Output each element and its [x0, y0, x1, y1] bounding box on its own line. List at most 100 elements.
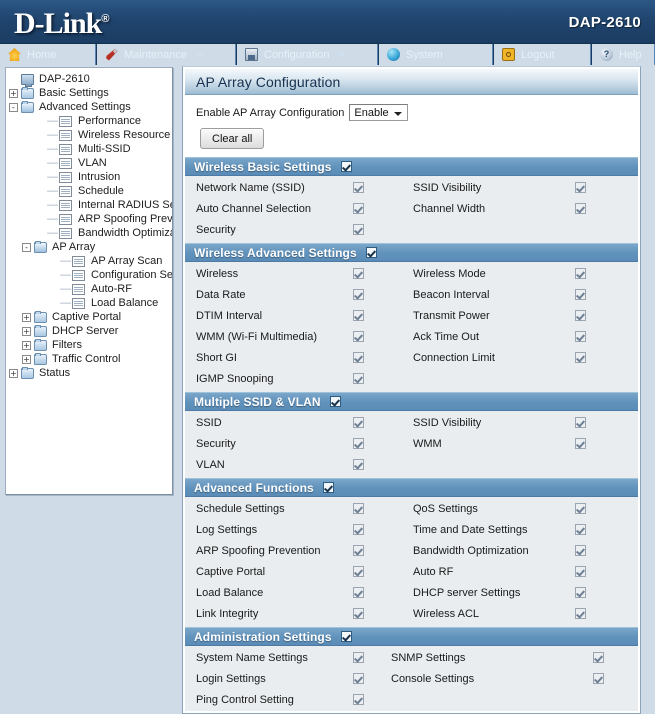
checkbox-vlan[interactable] — [353, 459, 364, 470]
checkbox-ssid-visibility[interactable] — [575, 182, 586, 193]
tree-item-ap-array-scan[interactable]: — AP Array Scan — [9, 254, 172, 268]
checkbox-data-rate[interactable] — [353, 289, 364, 300]
expand-icon[interactable]: + — [22, 354, 31, 364]
expand-icon[interactable]: + — [22, 340, 31, 350]
settings-row: DTIM Interval Transmit Power — [185, 305, 638, 326]
page-icon — [59, 143, 72, 155]
checkbox-network-name-ssid[interactable] — [353, 182, 364, 193]
tree-item-basic-settings[interactable]: + Basic Settings — [9, 86, 172, 100]
checkbox-auto-channel-selection[interactable] — [353, 203, 364, 214]
checkbox-beacon-interval[interactable] — [575, 289, 586, 300]
checkbox-bandwidth-optimization[interactable] — [575, 545, 586, 556]
checkbox-channel-width[interactable] — [575, 203, 586, 214]
settings-row: Wireless Wireless Mode — [185, 263, 638, 284]
nav-item-help[interactable]: ? Help — [591, 44, 655, 65]
checkbox-dtim-interval[interactable] — [353, 310, 364, 321]
section-select-all-checkbox[interactable] — [322, 482, 334, 493]
nav-item-configuration[interactable]: Configuration — [236, 44, 378, 65]
section-body-advanced-functions: Schedule Settings QoS Settings Log Setting… — [185, 497, 638, 627]
folder-icon — [34, 310, 47, 323]
dlink-logo: D-Link® — [14, 7, 110, 41]
tree-item-label: Status — [39, 367, 71, 379]
tree-connector: — — [60, 283, 71, 295]
nav-item-logout[interactable]: Logout — [493, 44, 591, 65]
checkbox-snmp-settings[interactable] — [593, 652, 604, 663]
checkbox-transmit-power[interactable] — [575, 310, 586, 321]
checkbox-wireless-acl[interactable] — [575, 608, 586, 619]
tree-item-ap-array[interactable]: - AP Array — [9, 240, 172, 254]
tree-item-status[interactable]: + Status — [9, 366, 172, 380]
checkbox-time-and-date-settings[interactable] — [575, 524, 586, 535]
checkbox-ssid-visibility[interactable] — [575, 417, 586, 428]
tree-item-filters[interactable]: + Filters — [9, 338, 172, 352]
section-select-all-checkbox[interactable] — [329, 396, 341, 407]
tree-item-internal-radius-server[interactable]: — Internal RADIUS Server — [9, 198, 172, 212]
expand-icon[interactable]: + — [9, 368, 18, 378]
tree-item-captive-portal[interactable]: + Captive Portal — [9, 310, 172, 324]
collapse-icon[interactable]: - — [22, 242, 31, 252]
checkbox-wireless-mode[interactable] — [575, 268, 586, 279]
tree-item-wireless-resource[interactable]: — Wireless Resource — [9, 128, 172, 142]
checkbox-qos-settings[interactable] — [575, 503, 586, 514]
checkbox-auto-rf[interactable] — [575, 566, 586, 577]
enable-ap-array-select[interactable]: Enable — [349, 104, 408, 121]
checkbox-link-integrity[interactable] — [353, 608, 364, 619]
section-select-all-checkbox[interactable] — [365, 247, 377, 258]
checkbox-system-name-settings[interactable] — [353, 652, 364, 663]
checkbox-ack-time-out[interactable] — [575, 331, 586, 342]
checkbox-dhcp-server-settings[interactable] — [575, 587, 586, 598]
device-model-label: DAP-2610 — [568, 14, 641, 31]
collapse-icon[interactable]: - — [9, 102, 18, 112]
checkbox-short-gi[interactable] — [353, 352, 364, 363]
checkbox-captive-portal[interactable] — [353, 566, 364, 577]
nav-item-label: Maintenance — [124, 48, 187, 61]
checkbox-wireless[interactable] — [353, 268, 364, 279]
checkbox-load-balance[interactable] — [353, 587, 364, 598]
tree-item-bandwidth-optimization[interactable]: — Bandwidth Optimization — [9, 226, 172, 240]
checkbox-log-settings[interactable] — [353, 524, 364, 535]
section-title: Wireless Advanced Settings — [194, 245, 357, 260]
checkbox-arp-spoofing-prevention[interactable] — [353, 545, 364, 556]
tree-item-schedule[interactable]: — Schedule — [9, 184, 172, 198]
checkbox-security[interactable] — [353, 224, 364, 235]
checkbox-console-settings[interactable] — [593, 673, 604, 684]
setting-label-transmit-power: Transmit Power — [413, 309, 490, 322]
section-select-all-checkbox[interactable] — [340, 631, 352, 642]
checkbox-ping-control-setting[interactable] — [353, 694, 364, 705]
folder-icon — [34, 338, 47, 351]
section-select-all-checkbox[interactable] — [340, 161, 352, 172]
tree-connector: — — [47, 227, 58, 239]
checkbox-igmp-snooping[interactable] — [353, 373, 364, 384]
page-icon — [72, 297, 85, 309]
tree-item-dap-2610[interactable]: DAP-2610 — [9, 72, 172, 87]
setting-label-beacon-interval: Beacon Interval — [413, 288, 490, 301]
checkbox-schedule-settings[interactable] — [353, 503, 364, 514]
tree-item-intrusion[interactable]: — Intrusion — [9, 170, 172, 184]
tree-item-label: Advanced Settings — [39, 101, 131, 113]
tree-item-traffic-control[interactable]: + Traffic Control — [9, 352, 172, 366]
expand-icon[interactable]: + — [22, 312, 31, 322]
section-header-wireless-basic-settings: Wireless Basic Settings — [185, 157, 638, 176]
tree-item-load-balance[interactable]: — Load Balance — [9, 296, 172, 310]
checkbox-ssid[interactable] — [353, 417, 364, 428]
checkbox-login-settings[interactable] — [353, 673, 364, 684]
nav-item-home[interactable]: Home — [0, 44, 96, 65]
tree-item-advanced-settings[interactable]: - Advanced Settings — [9, 100, 172, 114]
checkbox-wmm[interactable] — [575, 438, 586, 449]
tree-item-performance[interactable]: — Performance — [9, 114, 172, 128]
nav-item-maintenance[interactable]: Maintenance — [96, 44, 236, 65]
checkbox-wmm-wi-fi-multimedia[interactable] — [353, 331, 364, 342]
checkbox-connection-limit[interactable] — [575, 352, 586, 363]
checkbox-security[interactable] — [353, 438, 364, 449]
expand-icon[interactable]: + — [9, 88, 18, 98]
tree-item-arp-spoofing-prevention[interactable]: — ARP Spoofing Prevention — [9, 212, 172, 226]
tree-item-vlan[interactable]: — VLAN — [9, 156, 172, 170]
section-header-multiple-ssid-vlan: Multiple SSID & VLAN — [185, 392, 638, 411]
tree-item-multi-ssid[interactable]: — Multi-SSID — [9, 142, 172, 156]
clear-all-button[interactable]: Clear all — [200, 128, 265, 149]
tree-item-dhcp-server[interactable]: + DHCP Server — [9, 324, 172, 338]
tree-item-auto-rf[interactable]: — Auto-RF — [9, 282, 172, 296]
nav-item-system[interactable]: System — [378, 44, 493, 65]
tree-item-configuration-settings[interactable]: — Configuration Settings — [9, 268, 172, 282]
expand-icon[interactable]: + — [22, 326, 31, 336]
